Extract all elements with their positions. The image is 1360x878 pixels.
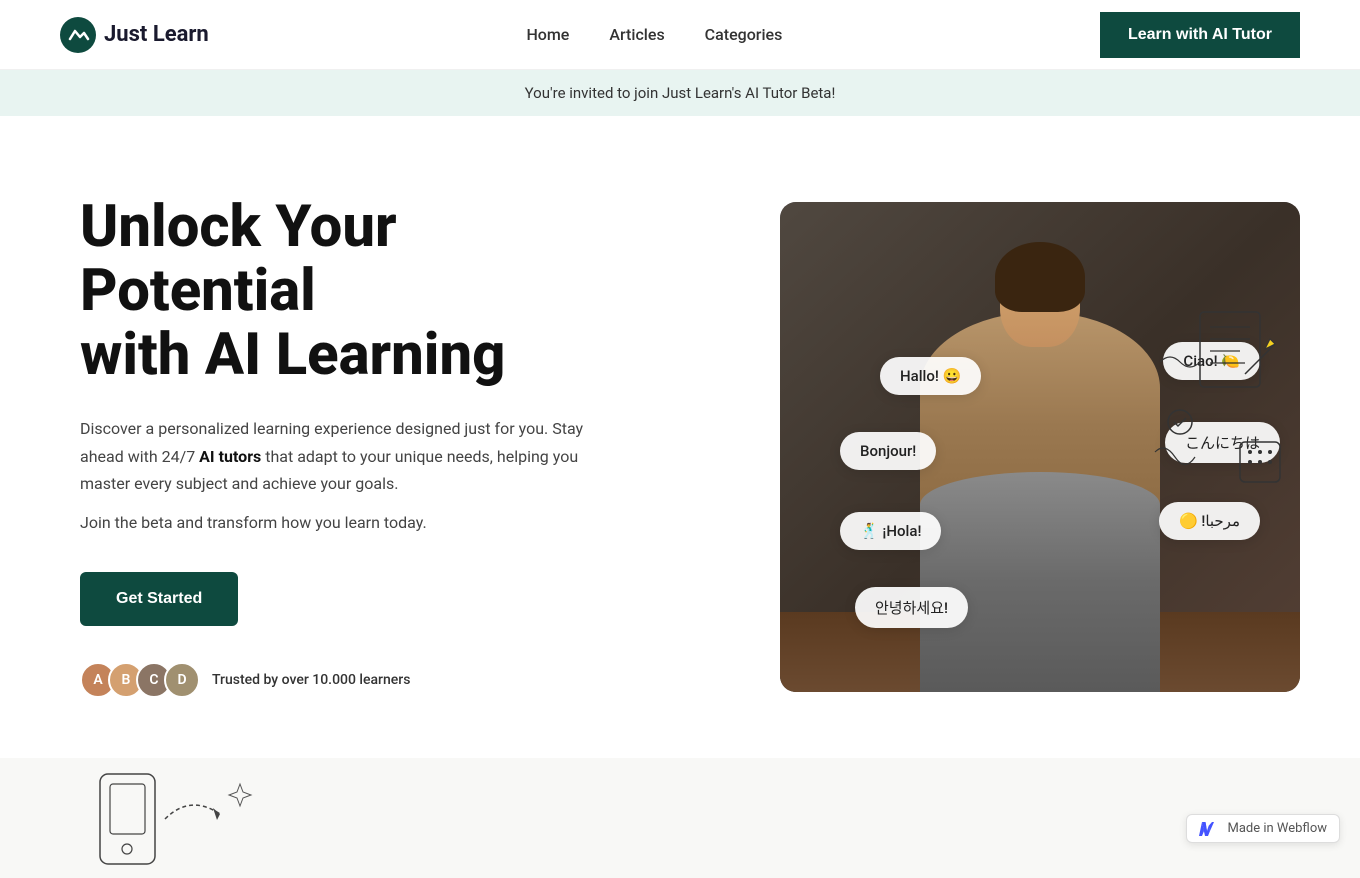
hero-right: Hallo! 😀 Ciao! 🍋 Bonjour! こんにちは 🕺 ¡Hola!…: [780, 202, 1300, 692]
hero-desc-strong: AI tutors: [199, 447, 261, 466]
bottom-doodle: [80, 764, 300, 878]
hero-description-2: Join the beta and transform how you lear…: [80, 513, 600, 532]
nav-home[interactable]: Home: [526, 25, 569, 44]
webflow-logo-icon: [1199, 822, 1219, 836]
nav-links: Home Articles Categories: [526, 25, 782, 44]
webflow-badge-text: Made in Webflow: [1227, 821, 1327, 836]
navbar: Just Learn Home Articles Categories Lear…: [0, 0, 1360, 70]
learn-with-ai-tutor-button[interactable]: Learn with AI Tutor: [1100, 12, 1300, 58]
logo-icon: [60, 17, 96, 53]
avatar-group: A B C D: [80, 662, 200, 698]
trust-text: Trusted by over 10.000 learners: [212, 672, 410, 688]
banner-text: You're invited to join Just Learn's AI T…: [525, 84, 836, 102]
hero-image: Hallo! 😀 Ciao! 🍋 Bonjour! こんにちは 🕺 ¡Hola!…: [780, 202, 1300, 692]
avatar-4: D: [164, 662, 200, 698]
hero-description-1: Discover a personalized learning experie…: [80, 415, 600, 497]
webflow-badge[interactable]: Made in Webflow: [1186, 814, 1340, 843]
nav-categories[interactable]: Categories: [705, 25, 783, 44]
hero-section: Unlock Your Potential with AI Learning D…: [0, 116, 1360, 758]
hero-title: Unlock Your Potential with AI Learning: [80, 196, 600, 387]
nav-articles[interactable]: Articles: [609, 25, 664, 44]
get-started-button[interactable]: Get Started: [80, 572, 238, 626]
logo-area[interactable]: Just Learn: [60, 17, 209, 53]
logo-text: Just Learn: [104, 22, 209, 47]
announcement-banner: You're invited to join Just Learn's AI T…: [0, 70, 1360, 116]
trust-row: A B C D Trusted by over 10.000 learners: [80, 662, 600, 698]
hero-left: Unlock Your Potential with AI Learning D…: [80, 196, 600, 698]
bottom-section: [0, 758, 1360, 878]
